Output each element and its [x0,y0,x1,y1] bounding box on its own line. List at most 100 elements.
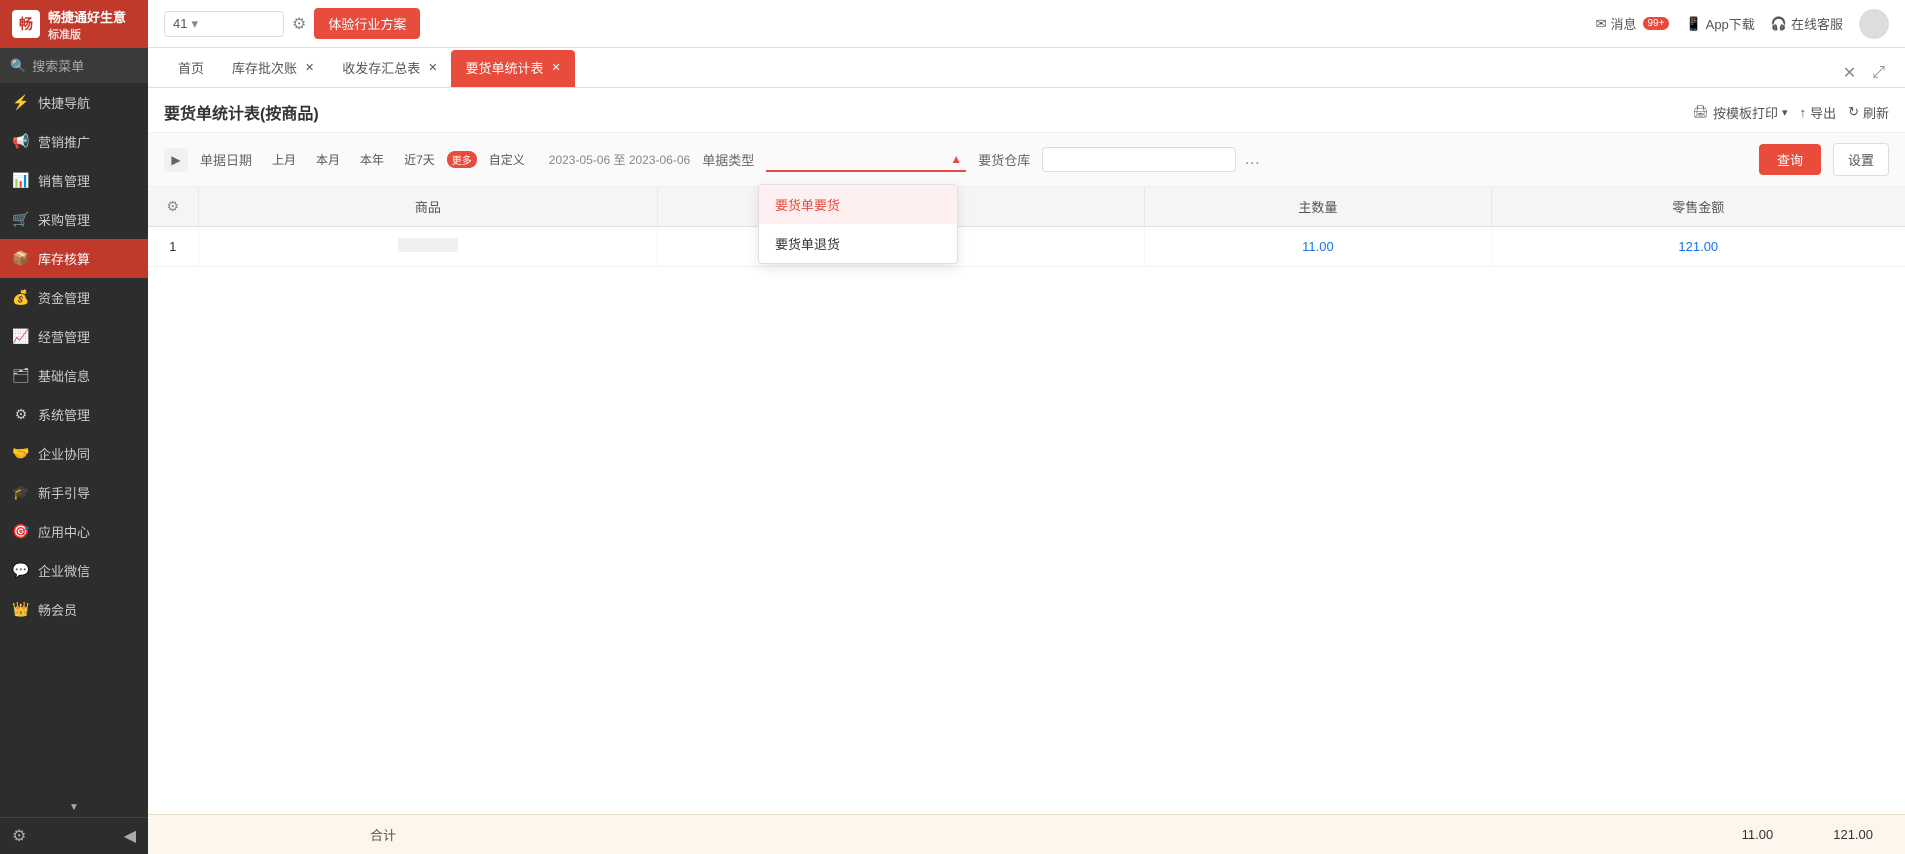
type-filter-label: 单据类型 [702,150,754,169]
last-month-btn[interactable]: 上月 [264,148,304,171]
refresh-button[interactable]: ↻ 刷新 [1848,103,1889,122]
last-7days-btn[interactable]: 近7天 [396,148,443,171]
footer-values: 11.00 121.00 [1742,827,1893,842]
sidebar-item-quick-nav[interactable]: ⚡ 快捷导航 [0,83,148,122]
sidebar-item-label: 经营管理 [38,327,90,346]
table-container: ⚙ 商品 主计量单位 主数量 零售金额 1 块 [148,187,1905,814]
print-icon: 🖨 [1693,104,1710,120]
query-button[interactable]: 查询 [1759,144,1821,175]
sidebar-item-label: 基础信息 [38,366,90,385]
page-header-actions: 🖨 按模板打印 ▾ ↑ 导出 ↻ 刷新 [1693,103,1890,122]
sidebar-settings-icon[interactable]: ⚙ [12,826,26,846]
topbar-gear-icon[interactable]: ⚙ [292,14,306,34]
search-icon: 🔍 [10,58,26,74]
table-header-row: ⚙ 商品 主计量单位 主数量 零售金额 [148,187,1905,227]
this-year-btn[interactable]: 本年 [352,148,392,171]
enterprise-icon: 🤝 [12,445,30,462]
print-button[interactable]: 🖨 按模板打印 ▾ [1693,103,1788,122]
sidebar-item-label: 企业微信 [38,561,90,580]
app-download-button[interactable]: 📱 App下载 [1685,14,1754,33]
phone-icon: 📱 [1685,16,1701,32]
inventory-icon: 📦 [12,250,30,267]
row-amount[interactable]: 121.00 [1491,227,1905,267]
sidebar-item-operations[interactable]: 📈 经营管理 [0,317,148,356]
col-quantity: 主数量 [1145,187,1491,227]
sales-icon: 📊 [12,172,30,189]
app-title: 畅捷通好生意 标准版 [48,7,126,42]
sidebar-scroll-down[interactable]: ▼ [0,798,148,817]
wechat-icon: 💬 [12,562,30,579]
messages-badge: 99+ [1643,17,1670,30]
new-guide-icon: 🎓 [12,484,30,501]
tab-label: 收发存汇总表 [342,58,420,77]
sidebar-item-finance[interactable]: 💰 资金管理 [0,278,148,317]
tab-order-summary[interactable]: 要货单统计表 ✕ [451,50,574,87]
sidebar-collapse-icon[interactable]: ◀ [124,826,136,846]
quick-nav-icon: ⚡ [12,94,30,111]
sidebar-item-label: 采购管理 [38,210,90,229]
tabbar: 首页 库存批次账 ✕ 收发存汇总表 ✕ 要货单统计表 ✕ ✕ ⤢ [148,48,1905,88]
export-icon: ↑ [1800,105,1807,120]
more-filters-icon[interactable]: … [1244,151,1260,169]
sidebar-item-new-guide[interactable]: 🎓 新手引导 [0,473,148,512]
tab-close-icon[interactable]: ✕ [428,61,437,74]
export-button[interactable]: ↑ 导出 [1800,103,1837,122]
sidebar-item-membership[interactable]: 👑 畅会员 [0,590,148,629]
sidebar-item-label: 销售管理 [38,171,90,190]
messages-button[interactable]: ✉ 消息 99+ [1596,14,1670,33]
tab-inventory-batch[interactable]: 库存批次账 ✕ [218,50,328,87]
app-logo: 畅 [12,10,40,38]
sidebar-item-wechat[interactable]: 💬 企业微信 [0,551,148,590]
more-dates-badge[interactable]: 更多 [447,151,477,168]
sidebar-item-label: 营销推广 [38,132,90,151]
custom-date-btn[interactable]: 自定义 [481,148,533,171]
chevron-down-icon: ▾ [191,16,198,32]
tab-label: 库存批次账 [232,58,297,77]
type-filter-select-wrapper: ▲ [766,147,966,172]
table-settings-icon[interactable]: ⚙ [166,198,179,214]
this-month-btn[interactable]: 本月 [308,148,348,171]
sidebar-item-base-info[interactable]: 🗂 基础信息 [0,356,148,395]
company-selector[interactable]: 41 ▾ [164,11,284,37]
user-avatar[interactable] [1859,9,1889,39]
sidebar-header: 畅 畅捷通好生意 标准版 [0,0,148,48]
warehouse-input[interactable] [1042,147,1236,172]
chevron-down-icon: ▾ [1782,106,1788,119]
sidebar-item-system[interactable]: ⚙ 系统管理 [0,395,148,434]
filter-expand-button[interactable]: ▶ [164,148,188,172]
row-quantity[interactable]: 11.00 [1145,227,1491,267]
dropdown-item-order-return[interactable]: 要货单退货 [759,224,957,263]
chevron-up-icon[interactable]: ▲ [946,152,966,166]
sidebar-item-sales[interactable]: 📊 销售管理 [0,161,148,200]
tab-home[interactable]: 首页 [164,50,218,87]
data-table: ⚙ 商品 主计量单位 主数量 零售金额 1 块 [148,187,1905,267]
sidebar-item-purchase[interactable]: 🛒 采购管理 [0,200,148,239]
sidebar-item-marketing[interactable]: 📢 营销推广 [0,122,148,161]
tab-receive-summary[interactable]: 收发存汇总表 ✕ [328,50,451,87]
footer-quantity: 11.00 [1742,827,1774,842]
online-service-button[interactable]: 🎧 在线客服 [1771,14,1843,33]
sidebar-item-app-center[interactable]: 🎯 应用中心 [0,512,148,551]
sidebar-item-label: 资金管理 [38,288,90,307]
sidebar-search[interactable]: 🔍 搜索菜单 [0,48,148,83]
sidebar-footer: ⚙ ◀ [0,817,148,854]
tab-close-icon[interactable]: ✕ [305,61,314,74]
tab-close-icon[interactable]: ✕ [552,61,561,74]
tab-label: 首页 [178,58,204,77]
row-product [198,227,658,267]
filter-bar: ▶ 单据日期 上月 本月 本年 近7天 更多 自定义 2023-05-06 至 … [148,133,1905,187]
tab-expand-icon[interactable]: ⤢ [1868,60,1889,86]
type-filter-input[interactable] [766,147,946,170]
warehouse-filter-label: 要货仓库 [978,150,1030,169]
sidebar-item-enterprise[interactable]: 🤝 企业协同 [0,434,148,473]
sidebar-item-label: 畅会员 [38,600,77,619]
operations-icon: 📈 [12,328,30,345]
tab-close-all-icon[interactable]: ✕ [1839,59,1860,87]
settings-button[interactable]: 设置 [1833,143,1889,176]
col-settings[interactable]: ⚙ [148,187,198,227]
sidebar-item-inventory[interactable]: 📦 库存核算 [0,239,148,278]
sidebar: 畅 畅捷通好生意 标准版 🔍 搜索菜单 ⚡ 快捷导航 📢 营销推广 📊 销售管理… [0,0,148,854]
dropdown-item-order-request[interactable]: 要货单要货 [759,185,957,224]
purchase-icon: 🛒 [12,211,30,228]
trial-button[interactable]: 体验行业方案 [314,8,420,39]
